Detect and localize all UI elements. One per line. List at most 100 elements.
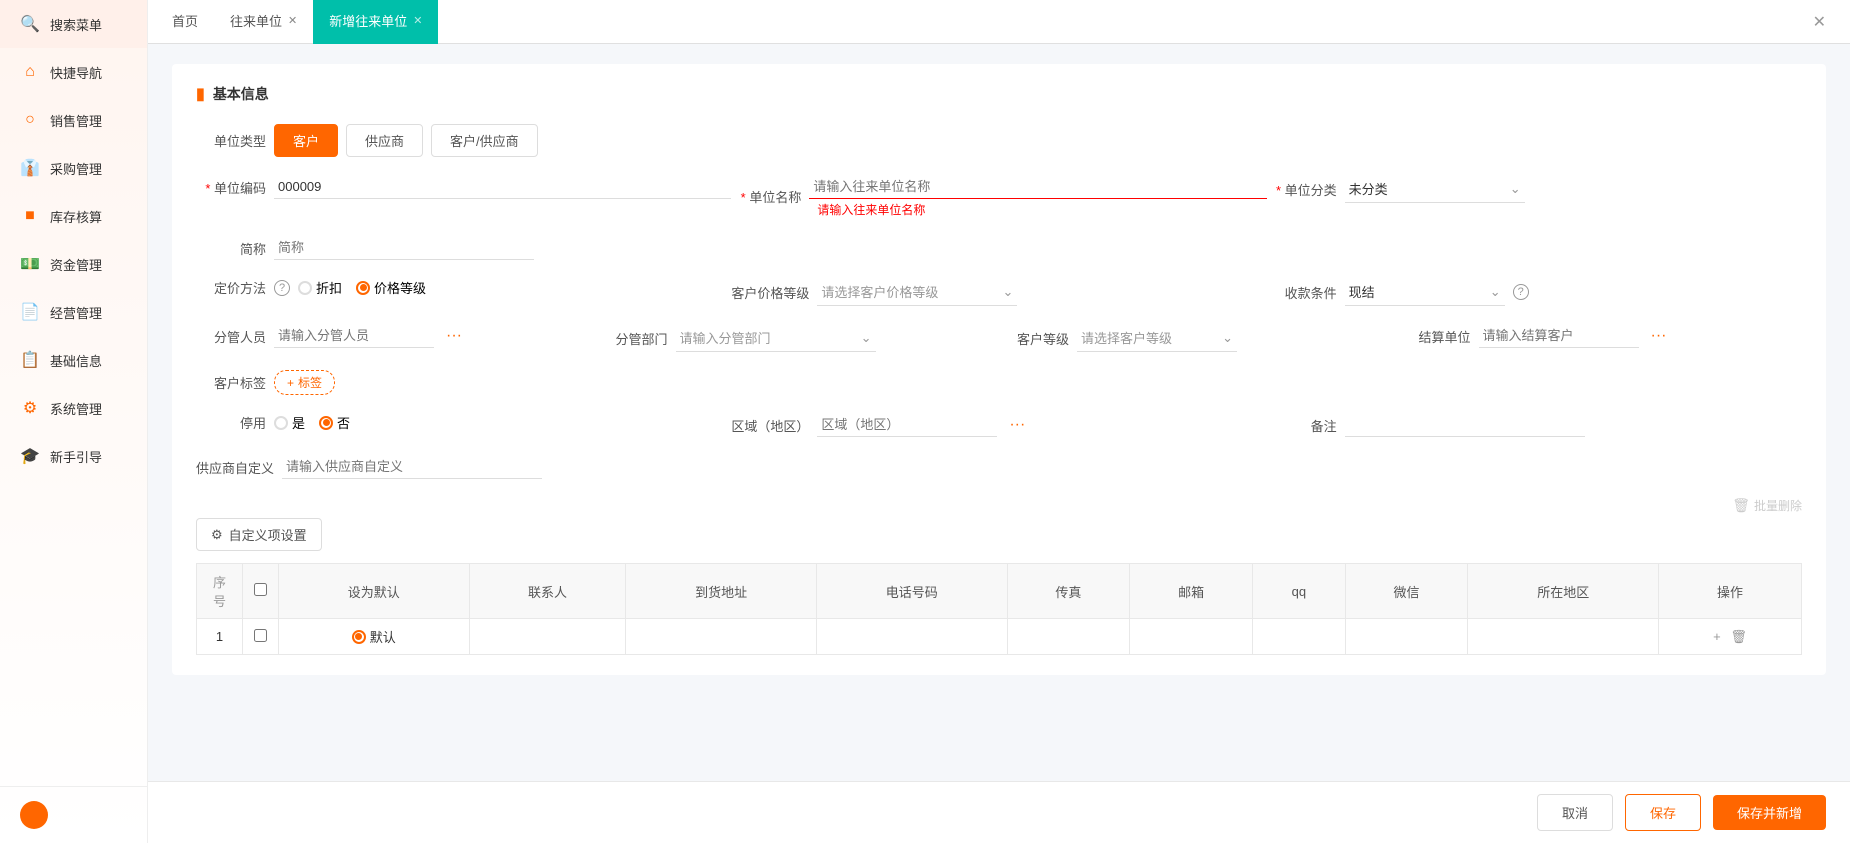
unit-name-label: 单位名称 bbox=[731, 187, 801, 206]
pricing-level-label: 价格等级 bbox=[374, 278, 426, 297]
sidebar-item-search[interactable]: 🔍 搜索菜单 bbox=[0, 0, 147, 48]
tab-new-partner-close[interactable]: ✕ bbox=[413, 14, 422, 27]
region-more-btn[interactable]: ··· bbox=[1005, 416, 1029, 434]
tag-add-icon: + bbox=[287, 376, 294, 390]
unit-category-select[interactable]: 未分类 ⌄ bbox=[1345, 175, 1525, 203]
tab-partner[interactable]: 往来单位 ✕ bbox=[214, 0, 313, 44]
sales-icon: ○ bbox=[20, 110, 40, 130]
row-region bbox=[1468, 619, 1659, 655]
customer-price-select[interactable]: 请选择客户价格等级 ⌄ bbox=[817, 278, 1017, 306]
purchase-icon: 👔 bbox=[20, 158, 40, 178]
dept-select[interactable]: 请输入分管部门 ⌄ bbox=[676, 324, 876, 352]
region-label: 区域（地区） bbox=[731, 416, 809, 435]
radio-level-circle bbox=[356, 281, 370, 295]
row-contact bbox=[469, 619, 626, 655]
settings-btn-label: 自定义项设置 bbox=[229, 525, 307, 544]
batch-delete-icon: 🗑 bbox=[1732, 497, 1750, 514]
row-checkbox[interactable] bbox=[254, 629, 267, 642]
customer-price-placeholder: 请选择客户价格等级 bbox=[821, 282, 938, 301]
region-input[interactable] bbox=[817, 413, 997, 437]
manager-more-btn[interactable]: ··· bbox=[442, 327, 466, 345]
main-area: 首页 往来单位 ✕ 新增往来单位 ✕ ✕ ▮ 基本信息 单位类型 客户 bbox=[148, 0, 1850, 843]
sidebar-item-management[interactable]: 📄 经营管理 bbox=[0, 288, 147, 336]
row-email bbox=[1130, 619, 1253, 655]
pricing-radio-level[interactable]: 价格等级 bbox=[356, 278, 426, 297]
pricing-help-icon[interactable]: ? bbox=[274, 280, 290, 296]
customer-tag-label: 客户标签 bbox=[196, 373, 266, 392]
tag-add-label: 标签 bbox=[298, 374, 322, 391]
batch-delete-area: 🗑 批量删除 bbox=[196, 497, 1802, 514]
unit-code-field: 单位编码 bbox=[196, 175, 731, 199]
cancel-button[interactable]: 取消 bbox=[1537, 794, 1613, 831]
sidebar-label-basic-info: 基础信息 bbox=[50, 351, 102, 370]
sidebar-item-guide[interactable]: 🎓 新手引导 bbox=[0, 432, 147, 480]
radio-yes-circle bbox=[274, 416, 288, 430]
remark-input[interactable] bbox=[1345, 413, 1585, 437]
payment-help-icon[interactable]: ? bbox=[1513, 284, 1529, 300]
supplier-custom-row: 供应商自定义 bbox=[196, 455, 1802, 479]
tab-new-partner[interactable]: 新增往来单位 ✕ bbox=[313, 0, 438, 44]
dept-placeholder: 请输入分管部门 bbox=[680, 328, 771, 347]
manager-row: 分管人员 ··· 分管部门 请输入分管部门 ⌄ 客户等级 请选择客户等级 ⌄ bbox=[196, 324, 1802, 352]
region-field: 区域（地区） ··· bbox=[731, 413, 1266, 437]
window-close-button[interactable]: ✕ bbox=[1797, 12, 1842, 32]
sidebar-item-inventory[interactable]: ■ 库存核算 bbox=[0, 192, 147, 240]
tab-home[interactable]: 首页 bbox=[156, 0, 214, 44]
save-new-button[interactable]: 保存并新增 bbox=[1713, 795, 1826, 830]
sidebar: 🔍 搜索菜单 ⌂ 快捷导航 ○ 销售管理 👔 采购管理 ■ 库存核算 💵 资金管… bbox=[0, 0, 148, 843]
unit-type-row: 单位类型 客户 供应商 客户/供应商 bbox=[196, 124, 1802, 157]
avatar[interactable] bbox=[20, 801, 48, 829]
unit-type-btn-both[interactable]: 客户/供应商 bbox=[431, 124, 538, 157]
batch-delete-label[interactable]: 批量删除 bbox=[1754, 497, 1802, 514]
row-default-radio[interactable]: 默认 bbox=[289, 627, 459, 646]
unit-type-btn-supplier[interactable]: 供应商 bbox=[346, 124, 423, 157]
tag-add-button[interactable]: + 标签 bbox=[274, 370, 335, 395]
disabled-radio-no[interactable]: 否 bbox=[319, 413, 350, 432]
sidebar-item-basic-info[interactable]: 📋 基础信息 bbox=[0, 336, 147, 384]
unit-code-label: 单位编码 bbox=[196, 178, 266, 197]
section-title-text: 基本信息 bbox=[213, 84, 269, 104]
sidebar-item-sales[interactable]: ○ 销售管理 bbox=[0, 96, 147, 144]
short-name-input[interactable] bbox=[274, 236, 534, 260]
unit-code-input[interactable] bbox=[274, 175, 731, 199]
sidebar-item-purchase[interactable]: 👔 采购管理 bbox=[0, 144, 147, 192]
inventory-icon: ■ bbox=[20, 206, 40, 226]
payment-condition-field: 收款条件 现结 ⌄ ? bbox=[1267, 278, 1802, 306]
customer-level-placeholder: 请选择客户等级 bbox=[1081, 328, 1172, 347]
settlement-more-btn[interactable]: ··· bbox=[1647, 327, 1671, 345]
settings-button[interactable]: ⚙ 自定义项设置 bbox=[196, 518, 322, 551]
system-icon: ⚙ bbox=[20, 398, 40, 418]
save-button[interactable]: 保存 bbox=[1625, 794, 1701, 831]
customer-level-select[interactable]: 请选择客户等级 ⌄ bbox=[1077, 324, 1237, 352]
management-icon: 📄 bbox=[20, 302, 40, 322]
sidebar-item-system[interactable]: ⚙ 系统管理 bbox=[0, 384, 147, 432]
settlement-input[interactable] bbox=[1479, 324, 1639, 348]
tab-partner-close[interactable]: ✕ bbox=[288, 14, 297, 27]
unit-category-value: 未分类 bbox=[1349, 179, 1388, 198]
row-delete-btn[interactable]: 🗑 bbox=[1730, 629, 1747, 644]
manager-input[interactable] bbox=[274, 324, 434, 348]
row-address bbox=[626, 619, 817, 655]
unit-type-btn-customer[interactable]: 客户 bbox=[274, 124, 338, 157]
row-default-label: 默认 bbox=[370, 627, 396, 646]
sidebar-label-inventory: 库存核算 bbox=[50, 207, 102, 226]
settlement-field: 结算单位 ··· bbox=[1401, 324, 1803, 348]
disabled-radio-yes[interactable]: 是 bbox=[274, 413, 305, 432]
unit-name-input[interactable] bbox=[809, 175, 1266, 199]
section-title-icon: ▮ bbox=[196, 84, 205, 104]
col-phone: 电话号码 bbox=[816, 564, 1007, 619]
select-all-checkbox[interactable] bbox=[254, 583, 267, 596]
unit-name-error: 请输入往来单位名称 bbox=[817, 201, 1266, 218]
payment-condition-select[interactable]: 现结 ⌄ bbox=[1345, 278, 1505, 306]
manager-label: 分管人员 bbox=[196, 327, 266, 346]
supplier-custom-input[interactable] bbox=[282, 455, 542, 479]
sidebar-label-purchase: 采购管理 bbox=[50, 159, 102, 178]
pricing-radio-discount[interactable]: 折扣 bbox=[298, 278, 342, 297]
payment-condition-value: 现结 bbox=[1349, 282, 1375, 301]
row-add-btn[interactable]: + bbox=[1713, 629, 1721, 644]
row-check bbox=[243, 619, 279, 655]
sidebar-item-finance[interactable]: 💵 资金管理 bbox=[0, 240, 147, 288]
col-fax: 传真 bbox=[1007, 564, 1130, 619]
sidebar-item-quicknav[interactable]: ⌂ 快捷导航 bbox=[0, 48, 147, 96]
sidebar-label-management: 经营管理 bbox=[50, 303, 102, 322]
